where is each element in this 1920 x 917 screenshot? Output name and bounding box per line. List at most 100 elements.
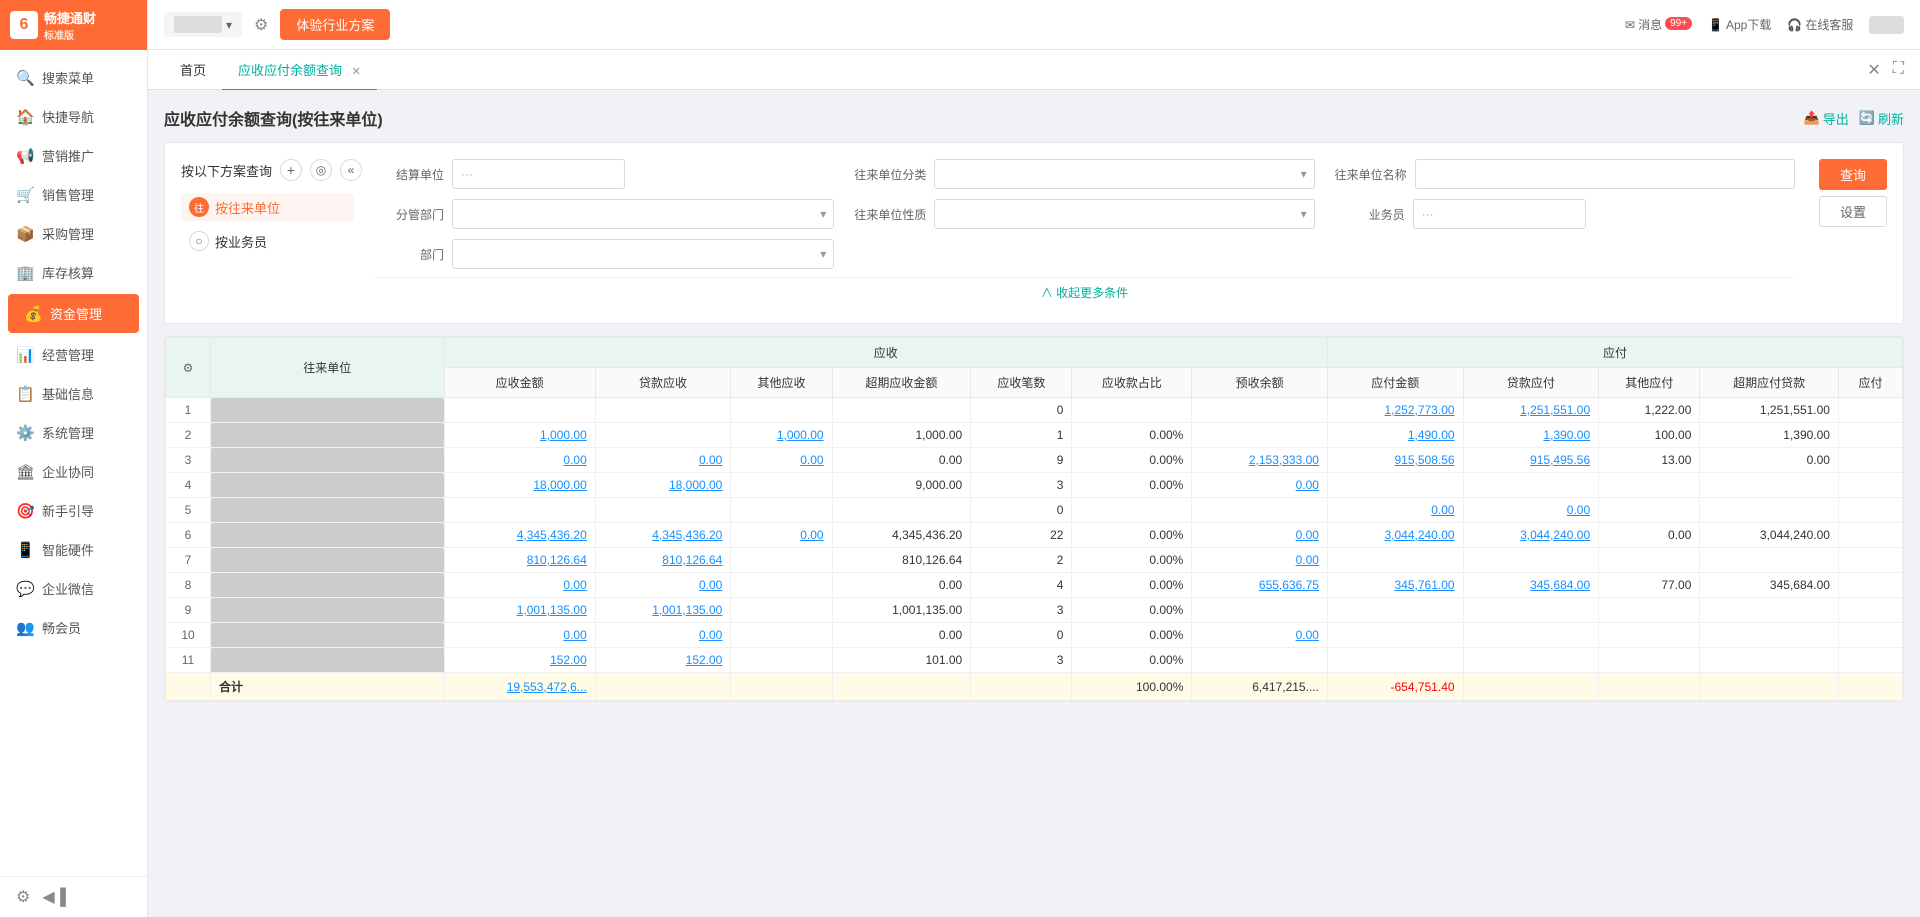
query-option-by-staff[interactable]: ○ 按业务员 — [181, 227, 354, 255]
table-cell[interactable]: 345,684.00 — [1463, 573, 1599, 598]
table-cell[interactable]: 1,252,773.00 — [1327, 398, 1463, 423]
settings-button[interactable]: 设置 — [1819, 196, 1887, 227]
sidebar-settings-icon[interactable]: ⚙ — [16, 887, 30, 907]
query-add-btn[interactable]: + — [280, 159, 302, 181]
table-cell[interactable]: 0.00 — [444, 573, 595, 598]
app-download-action[interactable]: 📱 App下载 — [1708, 16, 1771, 33]
table-cell[interactable]: 1,000.00 — [731, 423, 832, 448]
query-option-by-unit[interactable]: 往 按往来单位 — [181, 193, 354, 221]
table-cell[interactable]: 0.00 — [444, 448, 595, 473]
export-button[interactable]: 📤 导出 — [1804, 109, 1849, 128]
table-cell[interactable]: 0.00 — [1192, 623, 1328, 648]
sidebar-item-wechat[interactable]: 💬 企业微信 — [0, 569, 147, 608]
dept-select[interactable] — [452, 199, 834, 229]
filter-salesman: 业务员 — [1335, 199, 1795, 229]
sidebar-item-guide[interactable]: 🎯 新手引导 — [0, 491, 147, 530]
sidebar-item-inventory[interactable]: 🏢 库存核算 — [0, 253, 147, 292]
table-cell[interactable]: 0.00 — [595, 448, 731, 473]
unit-nature-select[interactable] — [934, 199, 1314, 229]
table-cell: 1 — [166, 398, 211, 423]
table-cell[interactable]: 0.00 — [1463, 498, 1599, 523]
table-cell[interactable]: 1,251,551.00 — [1463, 398, 1599, 423]
table-cell[interactable]: 152.00 — [444, 648, 595, 673]
table-cell[interactable]: 2,153,333.00 — [1192, 448, 1328, 473]
sidebar-collapse-icon[interactable]: ◀▐ — [42, 887, 66, 907]
department-select[interactable] — [452, 239, 834, 269]
sidebar-item-nav[interactable]: 🏠 快捷导航 — [0, 97, 147, 136]
sidebar-item-hardware[interactable]: 📱 智能硬件 — [0, 530, 147, 569]
page-content: 应收应付余额查询(按往来单位) 📤 导出 🔄 刷新 按以下方案查询 — [148, 90, 1920, 917]
table-cell[interactable]: 1,390.00 — [1463, 423, 1599, 448]
table-cell[interactable]: 1,001,135.00 — [595, 598, 731, 623]
header-company[interactable]: 某某公司 ▾ — [164, 12, 242, 37]
category-select[interactable] — [934, 159, 1314, 189]
query-scheme-btn[interactable]: ◎ — [310, 159, 332, 181]
message-action[interactable]: ✉ 消息 99+ — [1625, 16, 1692, 33]
table-cell[interactable]: 1,490.00 — [1327, 423, 1463, 448]
table-cell[interactable]: 3,044,240.00 — [1327, 523, 1463, 548]
salesman-input[interactable] — [1413, 199, 1586, 229]
table-cell[interactable]: 0.00 — [731, 448, 832, 473]
sidebar-item-marketing[interactable]: 📢 营销推广 — [0, 136, 147, 175]
sidebar-item-sales[interactable]: 🛒 销售管理 — [0, 175, 147, 214]
sidebar-item-corp[interactable]: 🏛 企业协同 — [0, 452, 147, 491]
sidebar-item-search[interactable]: 🔍 搜索菜单 — [0, 58, 147, 97]
sidebar-item-member[interactable]: 👥 畅会员 — [0, 608, 147, 647]
sidebar-item-operation[interactable]: 📊 经营管理 — [0, 335, 147, 374]
table-cell[interactable]: 0.00 — [1192, 473, 1328, 498]
service-action[interactable]: 🎧 在线客服 — [1787, 16, 1853, 33]
chart-icon: 📊 — [16, 346, 34, 364]
table-cell[interactable]: 18,000.00 — [595, 473, 731, 498]
table-cell[interactable]: 915,495.56 — [1463, 448, 1599, 473]
table-cell: 1,000.00 — [832, 423, 971, 448]
table-cell[interactable]: 345,761.00 — [1327, 573, 1463, 598]
table-cell: 345,684.00 — [1700, 573, 1839, 598]
expand-window-icon[interactable]: ⛶ — [1893, 60, 1904, 80]
table-cell[interactable]: 810,126.64 — [444, 548, 595, 573]
table-cell[interactable]: 0.00 — [444, 623, 595, 648]
tab-close-icon[interactable]: ✕ — [352, 66, 361, 78]
user-avatar[interactable]: Rit — [1869, 16, 1904, 34]
ar-ratio-col: 应收款占比 — [1072, 368, 1192, 398]
table-cell[interactable]: 1,001,135.00 — [444, 598, 595, 623]
table-cell[interactable]: 0.00 — [595, 573, 731, 598]
table-cell[interactable]: 0.00 — [1192, 523, 1328, 548]
sidebar-item-basic[interactable]: 📋 基础信息 — [0, 374, 147, 413]
table-cell[interactable]: 4,345,436.20 — [444, 523, 595, 548]
sidebar-item-system[interactable]: ⚙️ 系统管理 — [0, 413, 147, 452]
table-cell: 22 — [971, 523, 1072, 548]
table-cell — [444, 398, 595, 423]
table-cell[interactable]: 655,636.75 — [1192, 573, 1328, 598]
table-cell[interactable]: 0.00 — [1327, 498, 1463, 523]
table-cell[interactable]: 1,000.00 — [444, 423, 595, 448]
table-cell[interactable]: 915,508.56 — [1327, 448, 1463, 473]
query-collapse-btn[interactable]: « — [340, 159, 362, 181]
page-title: 应收应付余额查询(按往来单位) — [164, 106, 383, 130]
promo-button[interactable]: 体验行业方案 — [280, 9, 390, 40]
close-window-icon[interactable]: ✕ — [1867, 60, 1880, 80]
table-cell[interactable]: 0.00 — [1192, 548, 1328, 573]
ap-extra-col: 应付 — [1838, 368, 1902, 398]
table-settings-icon[interactable]: ⚙ — [174, 354, 202, 382]
collapse-more-btn[interactable]: ∧ 收起更多条件 — [374, 277, 1795, 307]
table-cell[interactable]: 3,044,240.00 — [1463, 523, 1599, 548]
footer-ar-amount[interactable]: 19,553,472,6... — [444, 673, 595, 701]
tab-ar-ap[interactable]: 应收应付余额查询 ✕ — [222, 50, 377, 91]
table-cell[interactable]: 152.00 — [595, 648, 731, 673]
table-cell[interactable]: 4,345,436.20 — [595, 523, 731, 548]
table-cell[interactable]: 0.00 — [731, 523, 832, 548]
tab-home[interactable]: 首页 — [164, 50, 222, 91]
table-cell[interactable]: 0.00 — [595, 623, 731, 648]
refresh-button[interactable]: 🔄 刷新 — [1859, 109, 1904, 128]
settlement-input[interactable] — [452, 159, 625, 189]
header-settings-icon[interactable]: ⚙ — [254, 15, 268, 35]
table-cell[interactable]: 810,126.64 — [595, 548, 731, 573]
table-row: 1████████01,252,773.001,251,551.001,222.… — [166, 398, 1903, 423]
table-cell[interactable]: 18,000.00 — [444, 473, 595, 498]
query-button[interactable]: 查询 — [1819, 159, 1887, 190]
sidebar-item-purchase[interactable]: 📦 采购管理 — [0, 214, 147, 253]
sidebar-item-finance[interactable]: 💰 资金管理 — [8, 294, 139, 333]
query-panel: 按以下方案查询 + ◎ « 往 按往来单位 ○ 按业务员 — [164, 142, 1904, 324]
footer-ap-extra — [1838, 673, 1902, 701]
unit-name-input[interactable] — [1415, 159, 1795, 189]
